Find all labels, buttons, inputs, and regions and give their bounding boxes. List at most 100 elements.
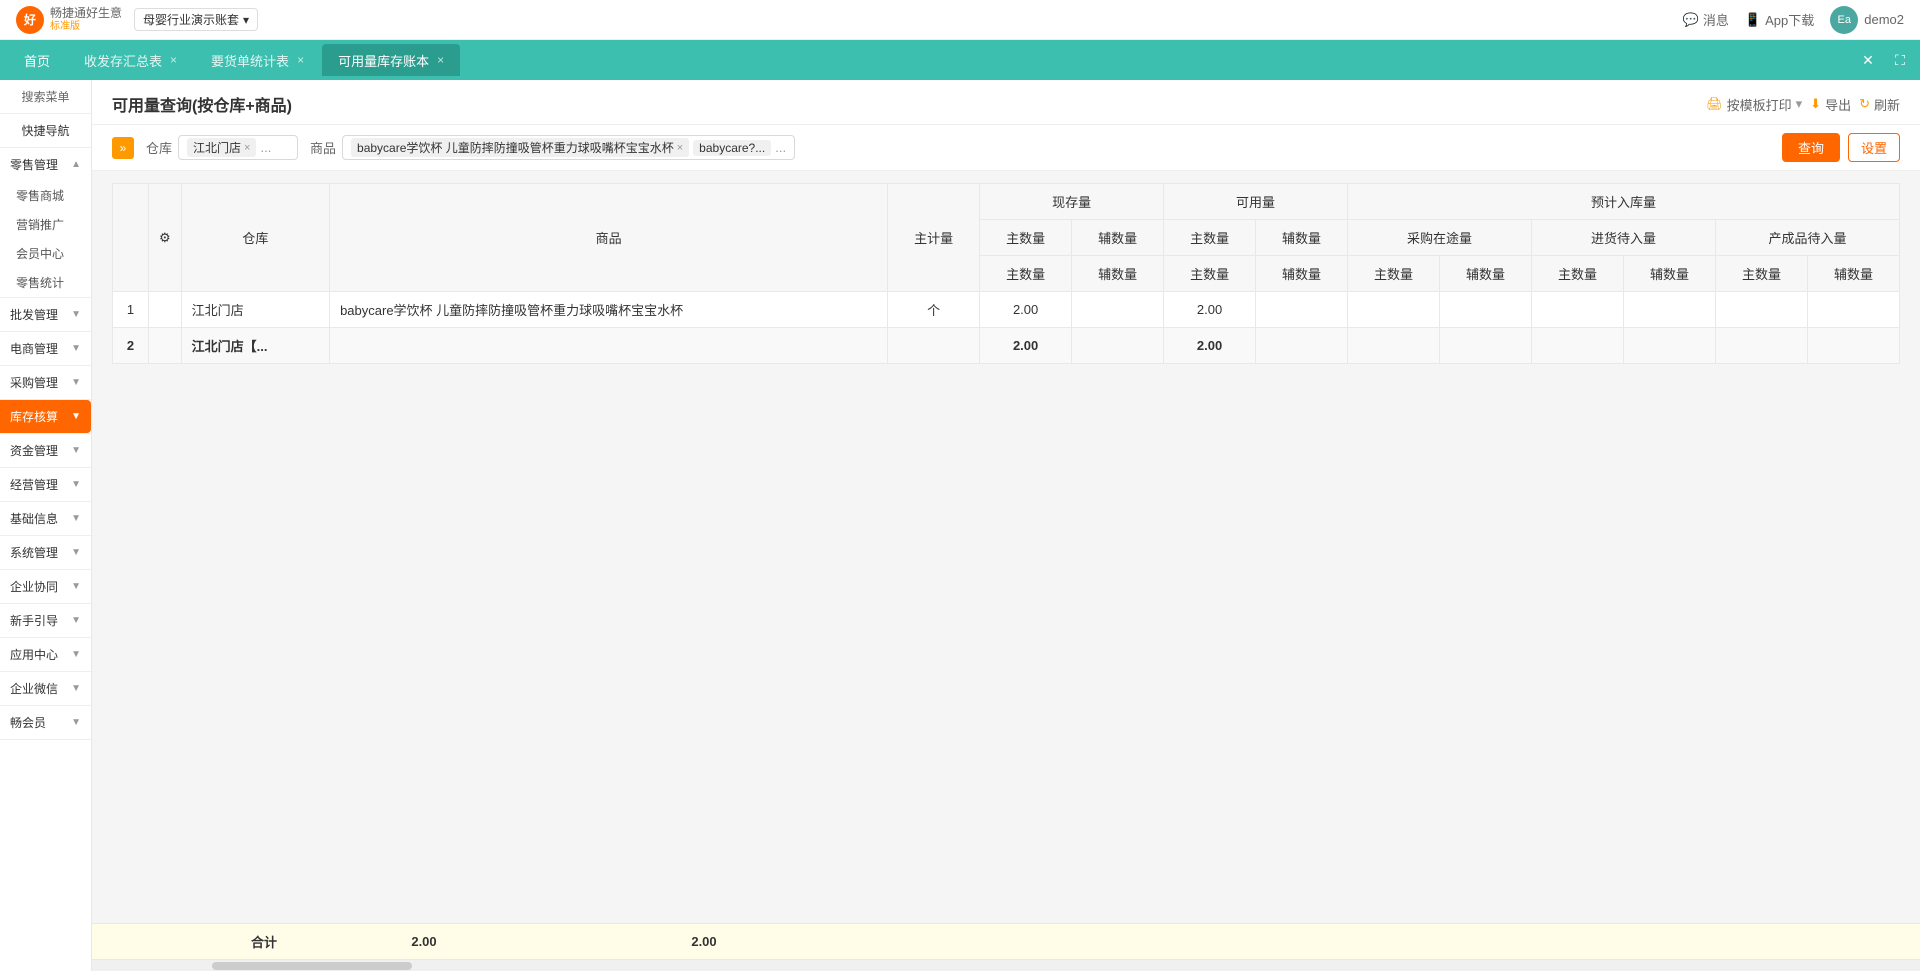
data-table: ⚙ 仓库 商品 主计量 现存量 可用量 预计入库量 主数量 辅数量 主数量 辅数…	[112, 183, 1900, 364]
scroll-bar[interactable]	[92, 959, 1920, 971]
basic-arrow: ▼	[71, 513, 81, 524]
row2-settings[interactable]	[149, 328, 182, 364]
th-settings[interactable]: ⚙	[149, 184, 182, 292]
sidebar-section-wechat: 企业微信 ▼	[0, 672, 91, 706]
th-production: 产成品待入量	[1715, 220, 1899, 256]
row1-unit: 个	[888, 292, 980, 328]
filter-toggle-btn[interactable]: »	[112, 137, 134, 159]
sidebar-section-wholesale-header[interactable]: 批发管理 ▼	[0, 298, 91, 331]
row1-inc-main	[1532, 292, 1624, 328]
sidebar-section-inventory-header[interactable]: 库存核算 ▼	[0, 400, 91, 433]
tab-orders-close[interactable]: ×	[297, 53, 304, 67]
product-tag-1-remove[interactable]: ×	[677, 142, 683, 154]
content-area: 可用量查询(按仓库+商品) 🖨 按模板打印 ▾ ⬇ 导出 ↻ 刷新 »	[92, 80, 1920, 971]
tab-summary[interactable]: 收发存汇总表 ×	[68, 44, 193, 76]
logo-text: 畅捷通好生意 标准版	[50, 6, 122, 32]
sidebar-item-retail-stats[interactable]: 零售统计	[0, 268, 91, 297]
print-icon: 🖨	[1706, 96, 1723, 112]
sidebar-section-system-header[interactable]: 系统管理 ▼	[0, 536, 91, 569]
row2-product	[330, 328, 888, 364]
user-menu[interactable]: Ea demo2	[1830, 6, 1904, 34]
tab-orders[interactable]: 要货单统计表 ×	[195, 44, 320, 76]
sidebar-section-retail: 零售管理 ▲ 零售商城 营销推广 会员中心 零售统计	[0, 148, 91, 298]
sidebar-section-apps-header[interactable]: 应用中心 ▼	[0, 638, 91, 671]
th-incoming: 进货待入量	[1532, 220, 1716, 256]
row1-avail-aux	[1256, 292, 1348, 328]
sidebar-section-purchase: 采购管理 ▼	[0, 366, 91, 400]
sidebar-section-member-header[interactable]: 畅会员 ▼	[0, 706, 91, 739]
sidebar-item-marketing[interactable]: 营销推广	[0, 210, 91, 239]
sidebar-section-retail-header[interactable]: 零售管理 ▲	[0, 148, 91, 181]
row1-purch-main	[1348, 292, 1440, 328]
print-btn[interactable]: 🖨 按模板打印 ▾	[1706, 95, 1802, 114]
product-tag-1: babycare学饮杯 儿童防摔防撞吸管杯重力球吸嘴杯宝宝水杯 ×	[351, 138, 689, 157]
wholesale-arrow: ▼	[71, 309, 81, 320]
product-more[interactable]: ...	[775, 140, 786, 155]
inventory-arrow: ▼	[71, 411, 81, 422]
row2-stock-main: 2.00	[980, 328, 1072, 364]
tab-fullscreen[interactable]: ⛶	[1888, 48, 1912, 72]
tab-summary-close[interactable]: ×	[170, 53, 177, 67]
sidebar-section-basic-header[interactable]: 基础信息 ▼	[0, 502, 91, 535]
row2-purch-aux	[1440, 328, 1532, 364]
guide-arrow: ▼	[71, 615, 81, 626]
main-layout: 搜索菜单 快捷导航 零售管理 ▲ 零售商城 营销推广 会员中心 零售统计 批发管…	[0, 80, 1920, 971]
row1-product: babycare学饮杯 儿童防摔防撞吸管杯重力球吸嘴杯宝宝水杯	[330, 292, 888, 328]
sidebar-section-collab-header[interactable]: 企业协同 ▼	[0, 570, 91, 603]
th-warehouse: 仓库	[181, 184, 329, 292]
th-purchasing-aux: 辅数量	[1440, 256, 1532, 292]
table-container: ⚙ 仓库 商品 主计量 现存量 可用量 预计入库量 主数量 辅数量 主数量 辅数…	[92, 171, 1920, 923]
sidebar-section-operations-header[interactable]: 经营管理 ▼	[0, 468, 91, 501]
sidebar-section-ecommerce-header[interactable]: 电商管理 ▼	[0, 332, 91, 365]
product-filter: 商品 babycare学饮杯 儿童防摔防撞吸管杯重力球吸嘴杯宝宝水杯 × bab…	[310, 135, 795, 160]
sidebar: 搜索菜单 快捷导航 零售管理 ▲ 零售商城 营销推广 会员中心 零售统计 批发管…	[0, 80, 92, 971]
row1-settings[interactable]	[149, 292, 182, 328]
warehouse-filter: 仓库 江北门店 × ...	[146, 135, 298, 160]
th-stock-main: 主数量	[980, 220, 1072, 256]
th-product: 商品	[330, 184, 888, 292]
sidebar-section-wechat-header[interactable]: 企业微信 ▼	[0, 672, 91, 705]
row1-avail-main: 2.00	[1164, 292, 1256, 328]
warehouse-more[interactable]: ...	[260, 140, 271, 155]
th-planned: 预计入库量	[1348, 184, 1900, 220]
message-btn[interactable]: 💬 消息	[1683, 10, 1729, 29]
industry-selector[interactable]: 母婴行业演示账套 ▾	[134, 8, 258, 31]
logo-area: 好 畅捷通好生意 标准版	[16, 6, 122, 34]
sidebar-item-membership[interactable]: 会员中心	[0, 239, 91, 268]
row1-num: 1	[113, 292, 149, 328]
sidebar-section-ecommerce: 电商管理 ▼	[0, 332, 91, 366]
tab-nav: 首页 收发存汇总表 × 要货单统计表 × 可用量库存账本 × ✕ ⛶	[0, 40, 1920, 80]
th-avail-main-2: 主数量	[1164, 256, 1256, 292]
row2-unit	[888, 328, 980, 364]
scroll-thumb[interactable]	[212, 962, 412, 970]
refresh-btn[interactable]: ↻ 刷新	[1859, 95, 1900, 114]
app-download-btn[interactable]: 📱 App下载	[1745, 10, 1814, 29]
sidebar-section-guide-header[interactable]: 新手引导 ▼	[0, 604, 91, 637]
tab-available-stock[interactable]: 可用量库存账本 ×	[322, 44, 460, 76]
export-btn[interactable]: ⬇ 导出	[1810, 95, 1851, 114]
export-icon: ⬇	[1810, 96, 1821, 112]
sidebar-section-basic: 基础信息 ▼	[0, 502, 91, 536]
sidebar-section-guide: 新手引导 ▼	[0, 604, 91, 638]
tab-home[interactable]: 首页	[8, 44, 66, 76]
finance-arrow: ▼	[71, 445, 81, 456]
ecommerce-arrow: ▼	[71, 343, 81, 354]
sidebar-item-retail-mall[interactable]: 零售商城	[0, 181, 91, 210]
sidebar-section-system: 系统管理 ▼	[0, 536, 91, 570]
row1-stock-main: 2.00	[980, 292, 1072, 328]
row1-warehouse: 江北门店	[181, 292, 329, 328]
warehouse-filter-value[interactable]: 江北门店 × ...	[178, 135, 298, 160]
product-filter-value[interactable]: babycare学饮杯 儿童防摔防撞吸管杯重力球吸嘴杯宝宝水杯 × babyca…	[342, 135, 795, 160]
settings-button[interactable]: 设置	[1848, 133, 1900, 162]
th-purchasing-main: 主数量	[1348, 256, 1440, 292]
footer-avail-main: 2.00	[644, 934, 764, 949]
sidebar-section-finance-header[interactable]: 资金管理 ▼	[0, 434, 91, 467]
query-button[interactable]: 查询	[1782, 133, 1840, 162]
tab-available-stock-close[interactable]: ×	[437, 53, 444, 67]
sidebar-section-purchase-header[interactable]: 采购管理 ▼	[0, 366, 91, 399]
sidebar-search[interactable]: 搜索菜单	[0, 80, 91, 114]
tab-close-all[interactable]: ✕	[1856, 48, 1880, 72]
sidebar-quick-nav[interactable]: 快捷导航	[0, 114, 91, 148]
warehouse-tag-remove[interactable]: ×	[244, 142, 250, 154]
top-bar-left: 好 畅捷通好生意 标准版 母婴行业演示账套 ▾	[16, 6, 258, 34]
